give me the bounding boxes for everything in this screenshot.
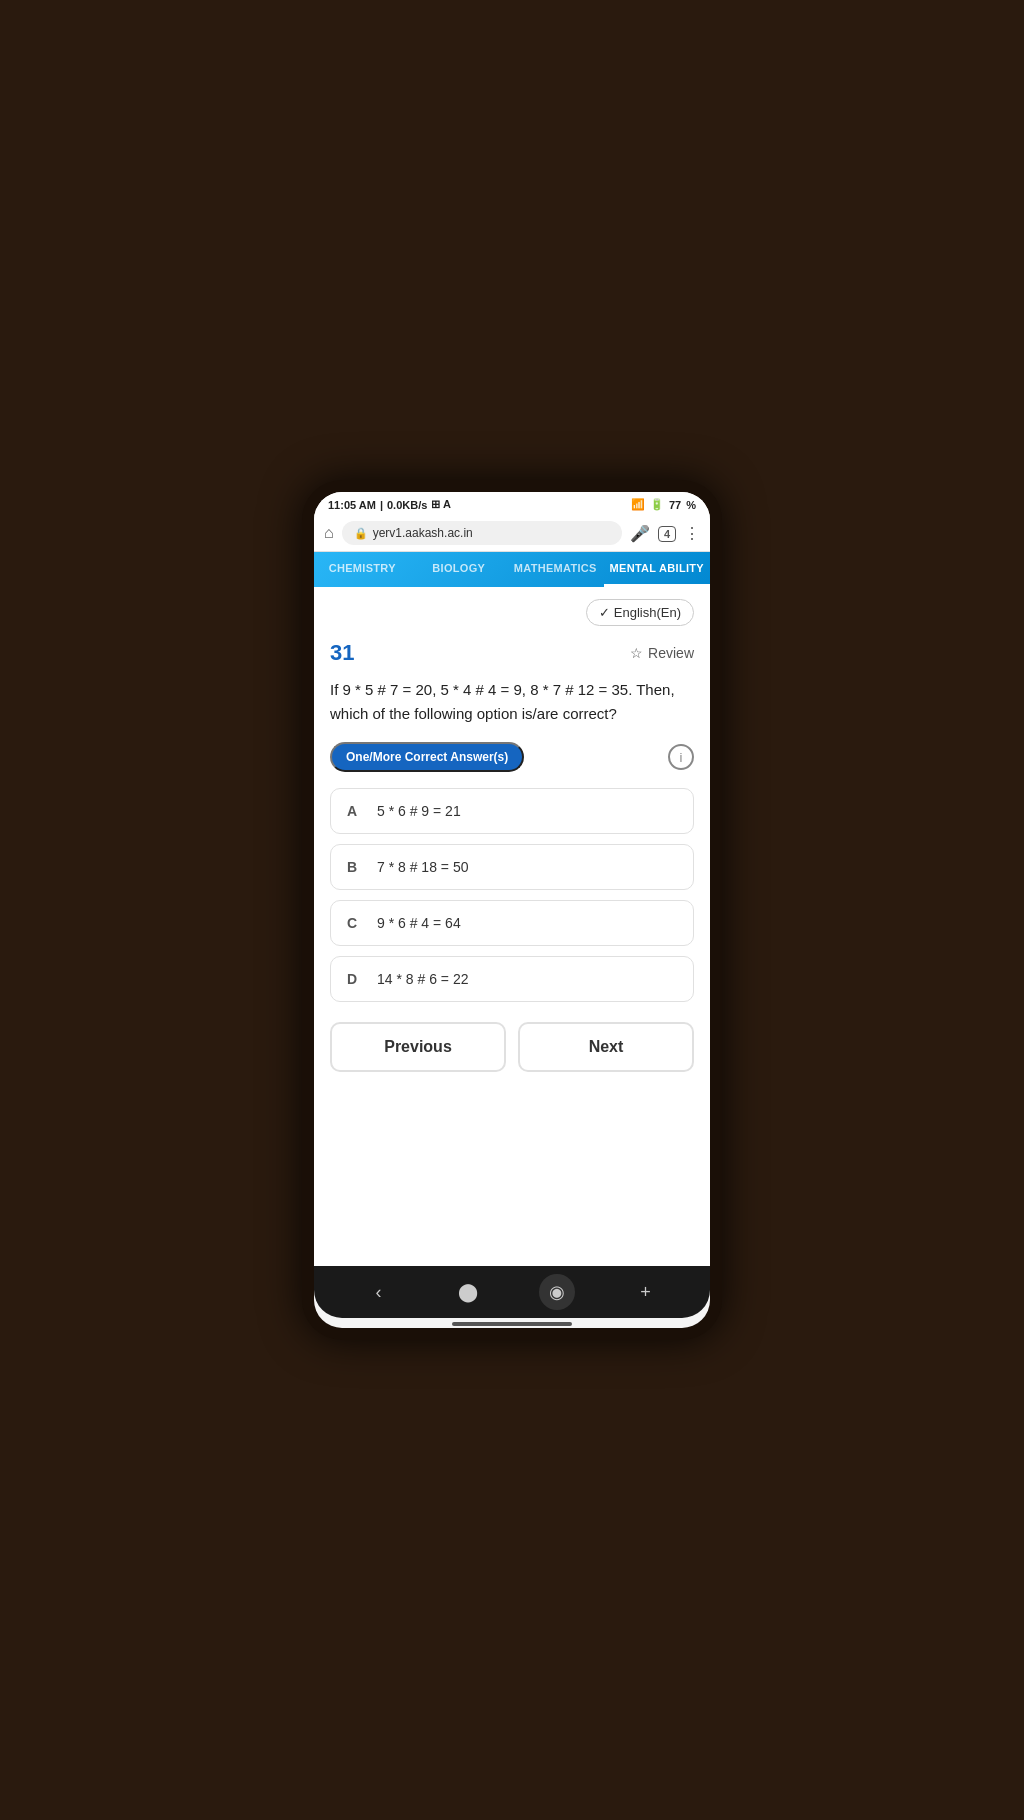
language-selector: ✓ English(En) <box>330 599 694 626</box>
tab-chemistry[interactable]: CHEMISTRY <box>314 552 411 587</box>
recent-apps-button[interactable]: ◉ <box>539 1274 575 1310</box>
network-speed: | <box>380 499 383 511</box>
question-number: 31 <box>330 640 354 666</box>
battery-level: 77 <box>669 499 681 511</box>
menu-icon[interactable]: ⋮ <box>684 524 700 543</box>
review-button[interactable]: ☆ Review <box>630 645 694 661</box>
status-bar: 11:05 AM | 0.0KB/s ⊞ A 📶 🔋 77 % <box>314 492 710 515</box>
question-header: 31 ☆ Review <box>330 640 694 666</box>
add-button[interactable]: + <box>628 1274 664 1310</box>
option-c-label: C <box>347 915 365 931</box>
home-icon[interactable]: ⌂ <box>324 524 334 542</box>
chevron-down-icon: ✓ <box>599 605 610 620</box>
tab-mathematics[interactable]: MATHEMATICS <box>507 552 604 587</box>
tab-biology[interactable]: BIOLOGY <box>411 552 508 587</box>
option-d[interactable]: D 14 * 8 # 6 = 22 <box>330 956 694 1002</box>
answer-type-row: One/More Correct Answer(s) i <box>330 742 694 772</box>
battery-percent: % <box>686 499 696 511</box>
option-b-label: B <box>347 859 365 875</box>
tab-count: 4 <box>658 526 676 542</box>
mic-icon[interactable]: 🎤 <box>630 524 650 543</box>
back-button[interactable]: ‹ <box>361 1274 397 1310</box>
content-area: ✓ English(En) 31 ☆ Review If 9 * 5 # 7 =… <box>314 587 710 1266</box>
option-a-label: A <box>347 803 365 819</box>
options-list: A 5 * 6 # 9 = 21 B 7 * 8 # 18 = 50 C 9 *… <box>330 788 694 1002</box>
navigation-buttons: Previous Next <box>330 1022 694 1072</box>
option-d-label: D <box>347 971 365 987</box>
lock-icon: 🔒 <box>354 527 368 540</box>
url-text: yerv1.aakash.ac.in <box>373 526 473 540</box>
signal-strength: 📶 <box>631 498 645 511</box>
info-icon[interactable]: i <box>668 744 694 770</box>
url-bar[interactable]: 🔒 yerv1.aakash.ac.in <box>342 521 622 545</box>
network-data: 0.0KB/s <box>387 499 427 511</box>
home-indicator <box>452 1322 572 1326</box>
browser-bar: ⌂ 🔒 yerv1.aakash.ac.in 🎤 4 ⋮ <box>314 515 710 552</box>
question-text: If 9 * 5 # 7 = 20, 5 * 4 # 4 = 9, 8 * 7 … <box>330 678 694 726</box>
option-a[interactable]: A 5 * 6 # 9 = 21 <box>330 788 694 834</box>
option-b-text: 7 * 8 # 18 = 50 <box>377 859 468 875</box>
status-left: 11:05 AM | 0.0KB/s ⊞ A <box>328 498 451 511</box>
star-icon: ☆ <box>630 645 643 661</box>
next-button[interactable]: Next <box>518 1022 694 1072</box>
tab-mental-ability[interactable]: MENTAL ABILITY <box>604 552 710 587</box>
option-a-text: 5 * 6 # 9 = 21 <box>377 803 461 819</box>
language-label: English(En) <box>614 605 681 620</box>
previous-button[interactable]: Previous <box>330 1022 506 1072</box>
home-button[interactable]: ⬤ <box>450 1274 486 1310</box>
status-right: 📶 🔋 77 % <box>631 498 696 511</box>
review-label: Review <box>648 645 694 661</box>
subject-tabs: CHEMISTRY BIOLOGY MATHEMATICS MENTAL ABI… <box>314 552 710 587</box>
bottom-nav-bar: ‹ ⬤ ◉ + <box>314 1266 710 1318</box>
answer-type-badge[interactable]: One/More Correct Answer(s) <box>330 742 524 772</box>
option-b[interactable]: B 7 * 8 # 18 = 50 <box>330 844 694 890</box>
option-d-text: 14 * 8 # 6 = 22 <box>377 971 468 987</box>
language-button[interactable]: ✓ English(En) <box>586 599 694 626</box>
option-c[interactable]: C 9 * 6 # 4 = 64 <box>330 900 694 946</box>
battery-icon: 🔋 <box>650 498 664 511</box>
time-display: 11:05 AM <box>328 499 376 511</box>
tab-count-btn[interactable]: 4 <box>658 524 676 542</box>
option-c-text: 9 * 6 # 4 = 64 <box>377 915 461 931</box>
signal-icons: ⊞ A <box>431 498 451 511</box>
